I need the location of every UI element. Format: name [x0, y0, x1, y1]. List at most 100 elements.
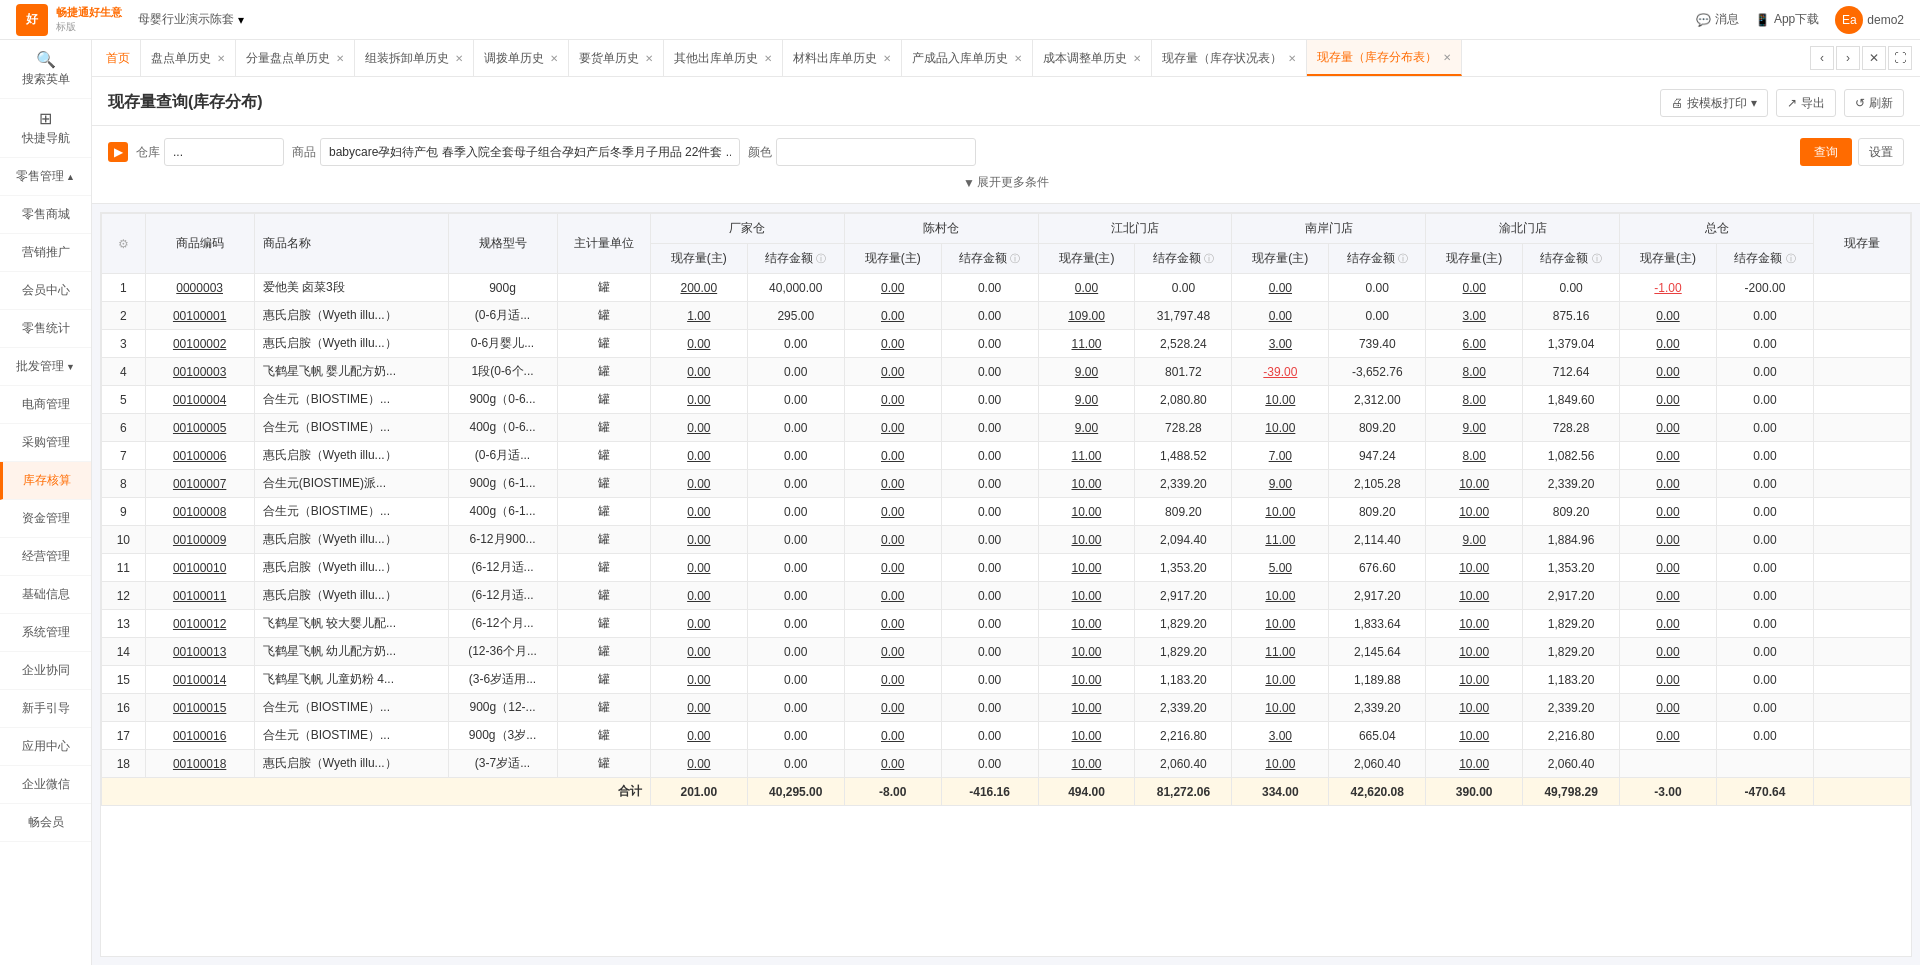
tabs-expand-btn[interactable]: ⛶: [1888, 46, 1912, 70]
cell-code[interactable]: 00100005: [145, 414, 254, 442]
cell-f-qty[interactable]: 0.00: [650, 442, 747, 470]
cell-nb-qty[interactable]: -39.00: [1232, 358, 1329, 386]
tabs-close-btn[interactable]: ✕: [1862, 46, 1886, 70]
cell-code[interactable]: 00100013: [145, 638, 254, 666]
cell-nb-qty[interactable]: 9.00: [1232, 470, 1329, 498]
cell-nb-qty[interactable]: 10.00: [1232, 666, 1329, 694]
cell-code[interactable]: 00100015: [145, 694, 254, 722]
color-input[interactable]: [776, 138, 976, 166]
cell-t-qty[interactable]: 0.00: [1620, 526, 1717, 554]
cell-yb-qty[interactable]: 10.00: [1426, 498, 1523, 526]
cell-yb-qty[interactable]: 10.00: [1426, 638, 1523, 666]
cell-yb-qty[interactable]: 8.00: [1426, 442, 1523, 470]
cell-nb-qty[interactable]: 0.00: [1232, 274, 1329, 302]
cell-t-qty[interactable]: [1620, 750, 1717, 778]
th-settings[interactable]: ⚙: [102, 214, 146, 274]
cell-jb-qty[interactable]: 10.00: [1038, 498, 1135, 526]
cell-jb-qty[interactable]: 10.00: [1038, 638, 1135, 666]
cell-f-qty[interactable]: 0.00: [650, 694, 747, 722]
tab-material-out[interactable]: 材料出库单历史 ✕: [783, 40, 902, 76]
tab-inventory-status-close[interactable]: ✕: [1288, 53, 1296, 64]
tab-other-out-close[interactable]: ✕: [764, 53, 772, 64]
sidebar-item-nav[interactable]: ⊞ 快捷导航: [0, 99, 91, 158]
cell-yb-qty[interactable]: 10.00: [1426, 582, 1523, 610]
cell-yb-qty[interactable]: 8.00: [1426, 358, 1523, 386]
msg-btn[interactable]: 💬 消息: [1696, 11, 1739, 28]
cell-f-qty[interactable]: 0.00: [650, 386, 747, 414]
cell-yb-qty[interactable]: 6.00: [1426, 330, 1523, 358]
tab-purchase-order-close[interactable]: ✕: [645, 53, 653, 64]
nb-amt-info-icon[interactable]: ⓘ: [1398, 253, 1408, 264]
cell-nb-qty[interactable]: 10.00: [1232, 694, 1329, 722]
sidebar-item-retail[interactable]: 零售管理 ▲: [0, 158, 91, 196]
cell-yb-qty[interactable]: 9.00: [1426, 526, 1523, 554]
sidebar-item-guide[interactable]: 新手引导: [0, 690, 91, 728]
tab-inventory-status[interactable]: 现存量（库存状况表） ✕: [1152, 40, 1307, 76]
sidebar-item-vip[interactable]: 畅会员: [0, 804, 91, 842]
cell-jb-qty[interactable]: 10.00: [1038, 470, 1135, 498]
cell-c-qty[interactable]: 0.00: [844, 610, 941, 638]
tab-product-in[interactable]: 产成品入库单历史 ✕: [902, 40, 1033, 76]
cell-f-qty[interactable]: 1.00: [650, 302, 747, 330]
cell-t-qty[interactable]: 0.00: [1620, 694, 1717, 722]
cell-yb-qty[interactable]: 9.00: [1426, 414, 1523, 442]
cell-code[interactable]: 00100006: [145, 442, 254, 470]
cell-jb-qty[interactable]: 11.00: [1038, 442, 1135, 470]
cell-nb-qty[interactable]: 3.00: [1232, 722, 1329, 750]
cell-f-qty[interactable]: 0.00: [650, 498, 747, 526]
tab-other-out[interactable]: 其他出库单历史 ✕: [664, 40, 783, 76]
cell-c-qty[interactable]: 0.00: [844, 274, 941, 302]
cell-f-qty[interactable]: 0.00: [650, 470, 747, 498]
sidebar-item-retail-store[interactable]: 零售商城: [0, 196, 91, 234]
cell-yb-qty[interactable]: 3.00: [1426, 302, 1523, 330]
tab-transfer[interactable]: 调拨单历史 ✕: [474, 40, 569, 76]
cell-f-qty[interactable]: 0.00: [650, 330, 747, 358]
cell-yb-qty[interactable]: 10.00: [1426, 722, 1523, 750]
cell-nb-qty[interactable]: 10.00: [1232, 498, 1329, 526]
tabs-prev-btn[interactable]: ‹: [1810, 46, 1834, 70]
cell-code[interactable]: 00100007: [145, 470, 254, 498]
c-amt-info-icon[interactable]: ⓘ: [1010, 253, 1020, 264]
tabs-next-btn[interactable]: ›: [1836, 46, 1860, 70]
cell-t-qty[interactable]: 0.00: [1620, 722, 1717, 750]
cell-code[interactable]: 00100018: [145, 750, 254, 778]
cell-f-qty[interactable]: 0.00: [650, 414, 747, 442]
cell-t-qty[interactable]: 0.00: [1620, 358, 1717, 386]
tab-product-in-close[interactable]: ✕: [1014, 53, 1022, 64]
yb-amt-info-icon[interactable]: ⓘ: [1592, 253, 1602, 264]
cell-jb-qty[interactable]: 10.00: [1038, 694, 1135, 722]
t-amt-info-icon[interactable]: ⓘ: [1786, 253, 1796, 264]
table-area[interactable]: ⚙ 商品编码 商品名称 规格型号 主计量单位 厂家仓 陈村仓 江北门店 南岸门店…: [100, 212, 1912, 957]
cell-yb-qty[interactable]: 0.00: [1426, 274, 1523, 302]
cell-f-qty[interactable]: 0.00: [650, 610, 747, 638]
cell-c-qty[interactable]: 0.00: [844, 386, 941, 414]
cell-code[interactable]: 00100012: [145, 610, 254, 638]
cell-t-qty[interactable]: -1.00: [1620, 274, 1717, 302]
cell-jb-qty[interactable]: 9.00: [1038, 358, 1135, 386]
cell-jb-qty[interactable]: 10.00: [1038, 554, 1135, 582]
export-btn[interactable]: ↗ 导出: [1776, 89, 1836, 117]
cell-c-qty[interactable]: 0.00: [844, 666, 941, 694]
sidebar-item-operations[interactable]: 经营管理: [0, 538, 91, 576]
print-btn[interactable]: 🖨 按模板打印 ▾: [1660, 89, 1768, 117]
query-btn[interactable]: 查询: [1800, 138, 1852, 166]
cell-code[interactable]: 00100011: [145, 582, 254, 610]
sidebar-item-retail-stat[interactable]: 零售统计: [0, 310, 91, 348]
cell-code[interactable]: 00100004: [145, 386, 254, 414]
cell-t-qty[interactable]: 0.00: [1620, 498, 1717, 526]
product-input[interactable]: [320, 138, 740, 166]
cell-t-qty[interactable]: 0.00: [1620, 386, 1717, 414]
cell-c-qty[interactable]: 0.00: [844, 722, 941, 750]
cell-nb-qty[interactable]: 10.00: [1232, 386, 1329, 414]
cell-nb-qty[interactable]: 10.00: [1232, 414, 1329, 442]
cell-jb-qty[interactable]: 9.00: [1038, 386, 1135, 414]
cell-nb-qty[interactable]: 11.00: [1232, 526, 1329, 554]
cell-jb-qty[interactable]: 10.00: [1038, 526, 1135, 554]
warehouse-input[interactable]: [164, 138, 284, 166]
cell-jb-qty[interactable]: 10.00: [1038, 610, 1135, 638]
sidebar-item-system[interactable]: 系统管理: [0, 614, 91, 652]
tab-material-out-close[interactable]: ✕: [883, 53, 891, 64]
cell-nb-qty[interactable]: 0.00: [1232, 302, 1329, 330]
cell-t-qty[interactable]: 0.00: [1620, 582, 1717, 610]
cell-t-qty[interactable]: 0.00: [1620, 330, 1717, 358]
